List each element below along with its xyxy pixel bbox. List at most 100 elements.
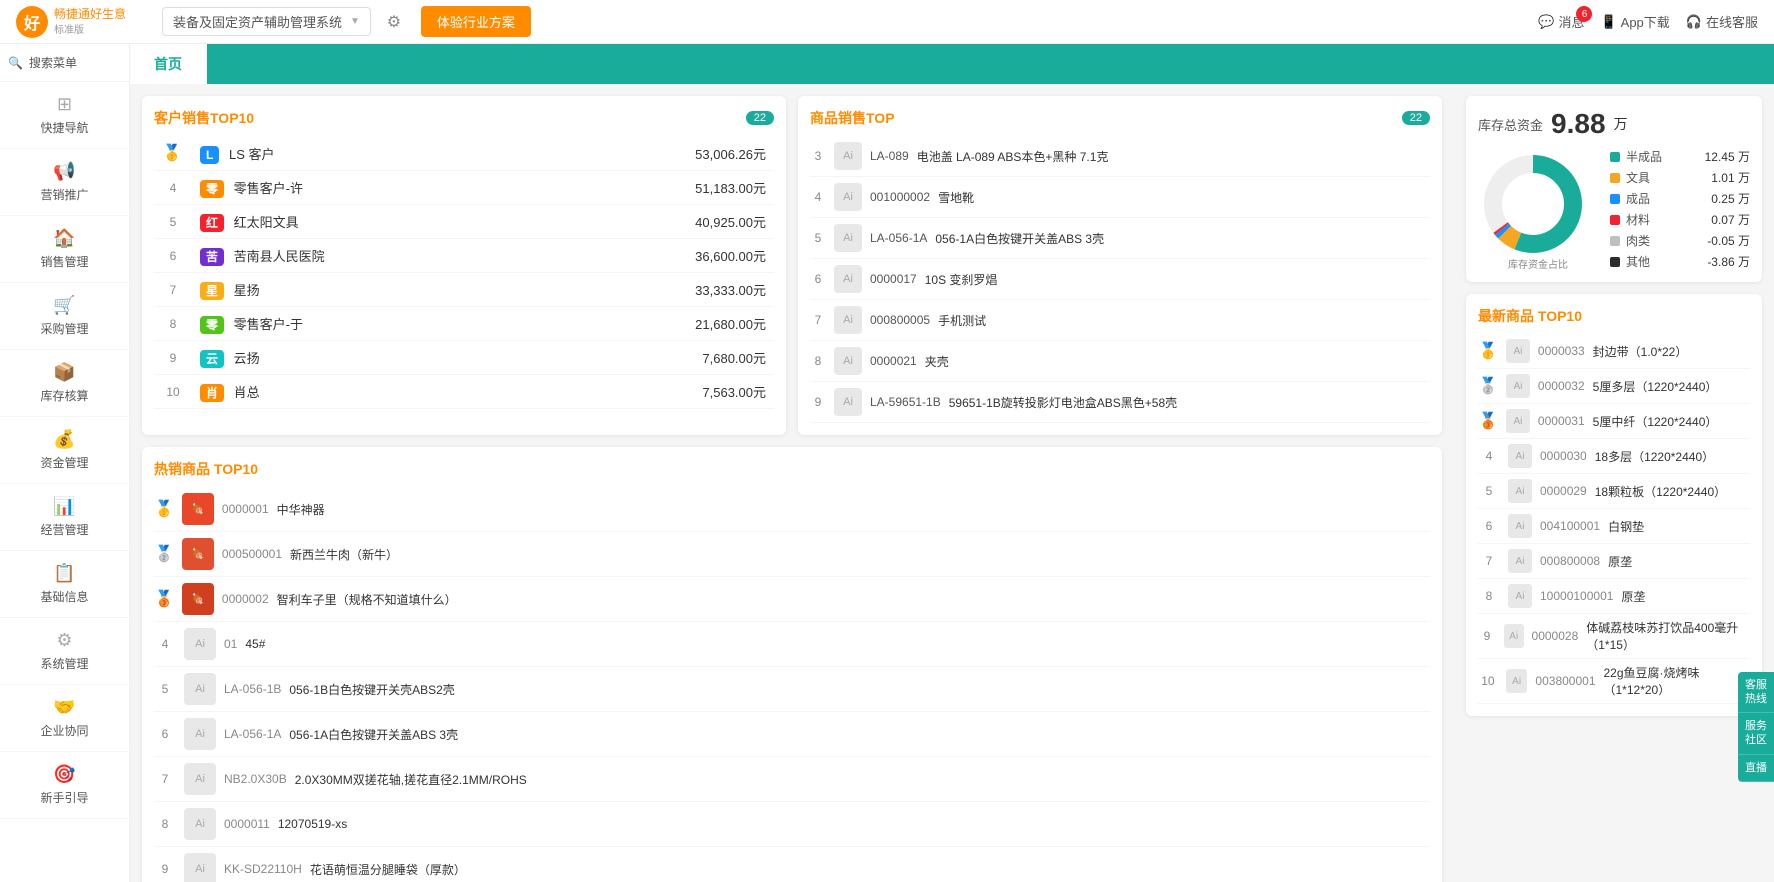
search-label: 搜索菜单	[29, 54, 77, 71]
product-code: LA-056-1A	[224, 727, 281, 741]
product-code: 001000002	[870, 190, 930, 204]
search-menu-item[interactable]: 🔍 搜索菜单	[0, 44, 129, 82]
legend-label: 半成品	[1626, 148, 1699, 165]
list-item: 5 Ai LA-056-1B 056-1B白色按键开关壳ABS2壳	[154, 667, 1430, 712]
product-rank: 6	[810, 272, 826, 286]
product-name: 花语萌恒温分腿睡袋（厚款）	[310, 861, 466, 878]
product-code: LA-056-1A	[870, 231, 927, 245]
product-name: 056-1B白色按键开关壳ABS2壳	[289, 681, 454, 698]
inventory-icon: 📦	[53, 362, 75, 383]
phone-icon: 📱	[1600, 14, 1616, 30]
product-code: 004100001	[1540, 519, 1600, 533]
sidebar-item-inventory[interactable]: 📦 库存核算	[0, 350, 129, 417]
product-name: 056-1A白色按键开关盖ABS 3壳	[935, 230, 1104, 247]
avatar: 肖	[200, 384, 224, 402]
nav-tabs: 首页	[130, 44, 1774, 84]
system-selector[interactable]: 装备及固定资产辅助管理系统 ▼	[162, 7, 371, 36]
new-products-title: 最新商品 TOP10	[1478, 306, 1582, 326]
list-item: 9 Ai LA-59651-1B 59651-1B旋转投影灯电池盒ABS黑色+5…	[810, 382, 1430, 423]
sidebar-label-marketing: 营销推广	[40, 186, 88, 203]
product-name: 18多层（1220*2440）	[1595, 448, 1714, 465]
sales-icon: 🏠	[53, 228, 75, 249]
sidebar-item-operations[interactable]: 📊 经营管理	[0, 484, 129, 551]
sidebar-item-sales[interactable]: 🏠 销售管理	[0, 216, 129, 283]
live-button[interactable]: 直播	[1738, 755, 1774, 782]
sidebar-item-newbie[interactable]: 🎯 新手引导	[0, 752, 129, 819]
legend-color	[1610, 257, 1620, 267]
sidebar-item-marketing[interactable]: 📢 营销推广	[0, 149, 129, 216]
customers-badge: 22	[746, 111, 774, 125]
logo-text: 畅捷通好生意	[54, 7, 126, 21]
customer-amount: 40,925.00元	[552, 205, 774, 239]
service-button[interactable]: 🎧 在线客服	[1686, 12, 1758, 31]
info-icon: 📋	[53, 563, 75, 584]
customer-name: 红太阳文具	[234, 215, 299, 230]
table-row: 7 星 星扬 33,333.00元	[154, 273, 774, 307]
app-download-button[interactable]: 📱 App下载	[1600, 12, 1669, 31]
product-image-placeholder: Ai	[184, 673, 216, 705]
list-item: 4 Ai 001000002 雪地靴	[810, 177, 1430, 218]
table-row: 5 红 红太阳文具 40,925.00元	[154, 205, 774, 239]
product-name: 12070519-xs	[278, 817, 347, 831]
product-code: 0000032	[1538, 379, 1585, 393]
inventory-legend: 半成品 12.45 万 文具 1.01 万 成品 0.25 万 材料 0.07 …	[1610, 148, 1750, 270]
top-customers-panel: 客户销售TOP10 22 🥇 L LS 客户 53,006.26元 4 零 零售…	[142, 96, 786, 435]
message-button[interactable]: 💬 消息 6	[1538, 12, 1584, 31]
dashboard: 客户销售TOP10 22 🥇 L LS 客户 53,006.26元 4 零 零售…	[130, 84, 1774, 882]
products-sales-section-header: 商品销售TOP 22	[810, 108, 1430, 128]
app-label: App下载	[1621, 12, 1670, 31]
product-thumbnail: 🍖	[182, 493, 214, 525]
customer-name: 星扬	[234, 283, 260, 298]
search-icon: 🔍	[8, 56, 23, 70]
logo-text-area: 畅捷通好生意 标准版	[54, 7, 126, 36]
product-image-placeholder: Ai	[834, 142, 862, 170]
product-image-placeholder: Ai	[1504, 624, 1524, 648]
settings-button[interactable]: ⚙	[379, 7, 409, 37]
list-item: 🥇 🍖 0000001 中华神器	[154, 487, 1430, 532]
products-sales-list: 3 Ai LA-089 电池盖 LA-089 ABS本色+黑种 7.1克 4 A…	[810, 136, 1430, 423]
top-panels-row: 客户销售TOP10 22 🥇 L LS 客户 53,006.26元 4 零 零售…	[142, 96, 1442, 435]
donut-chart: 库存资金占比	[1478, 149, 1598, 269]
legend-value: -3.86 万	[1707, 253, 1750, 270]
product-thumbnail: 🍖	[182, 583, 214, 615]
customer-amount: 7,680.00元	[552, 341, 774, 375]
product-image-placeholder: Ai	[1508, 549, 1532, 573]
sidebar-item-collab[interactable]: 🤝 企业协同	[0, 685, 129, 752]
product-thumbnail: 🍖	[182, 538, 214, 570]
product-name: 5厘多层（1220*2440）	[1593, 378, 1718, 395]
product-code: 000500001	[222, 547, 282, 561]
product-code: 003800001	[1535, 674, 1595, 688]
avatar: 云	[200, 350, 224, 368]
product-image-placeholder: Ai	[1506, 339, 1530, 363]
logo-icon: 好	[16, 6, 48, 38]
sidebar-label-finance: 资金管理	[40, 454, 88, 471]
sidebar-item-purchase[interactable]: 🛒 采购管理	[0, 283, 129, 350]
product-code: LA-056-1B	[224, 682, 281, 696]
message-badge: 6	[1576, 6, 1592, 22]
customer-amount: 21,680.00元	[552, 307, 774, 341]
inventory-chart-area: 库存资金占比 半成品 12.45 万 文具 1.01 万 成品 0.25 万 材…	[1478, 148, 1750, 270]
sidebar-label-collab: 企业协同	[40, 722, 88, 739]
product-rank: 8	[810, 354, 826, 368]
sidebar-item-basic-info[interactable]: 📋 基础信息	[0, 551, 129, 618]
sidebar-item-quick-nav[interactable]: ⊞ 快捷导航	[0, 82, 129, 149]
tab-home[interactable]: 首页	[130, 44, 207, 84]
customer-service-button[interactable]: 客服热线	[1738, 672, 1774, 714]
legend-item: 材料 0.07 万	[1610, 211, 1750, 228]
list-item: 7 Ai NB2.0X30B 2.0X30MM双搓花轴,搓花直径2.1MM/RO…	[154, 757, 1430, 802]
community-button[interactable]: 服务社区	[1738, 713, 1774, 755]
customer-amount: 51,183.00元	[552, 171, 774, 205]
inventory-header: 库存总资金 9.88 万	[1478, 108, 1750, 140]
sidebar-item-system[interactable]: ⚙ 系统管理	[0, 618, 129, 685]
sidebar-label-newbie: 新手引导	[40, 789, 88, 806]
headset-icon: 🎧	[1686, 14, 1702, 30]
product-rank: 3	[810, 149, 826, 163]
product-name: 10S 变刹罗焻	[925, 271, 998, 288]
product-code: 0000028	[1532, 629, 1579, 643]
experience-button[interactable]: 体验行业方案	[421, 6, 531, 37]
product-image-placeholder: Ai	[1508, 514, 1532, 538]
legend-label: 文具	[1626, 169, 1705, 186]
new-products-card: 最新商品 TOP10 🥇 Ai 0000033 封边带（1.0*22） 🥈 Ai…	[1466, 294, 1762, 716]
sidebar-item-finance[interactable]: 💰 资金管理	[0, 417, 129, 484]
product-image-placeholder: Ai	[184, 718, 216, 750]
